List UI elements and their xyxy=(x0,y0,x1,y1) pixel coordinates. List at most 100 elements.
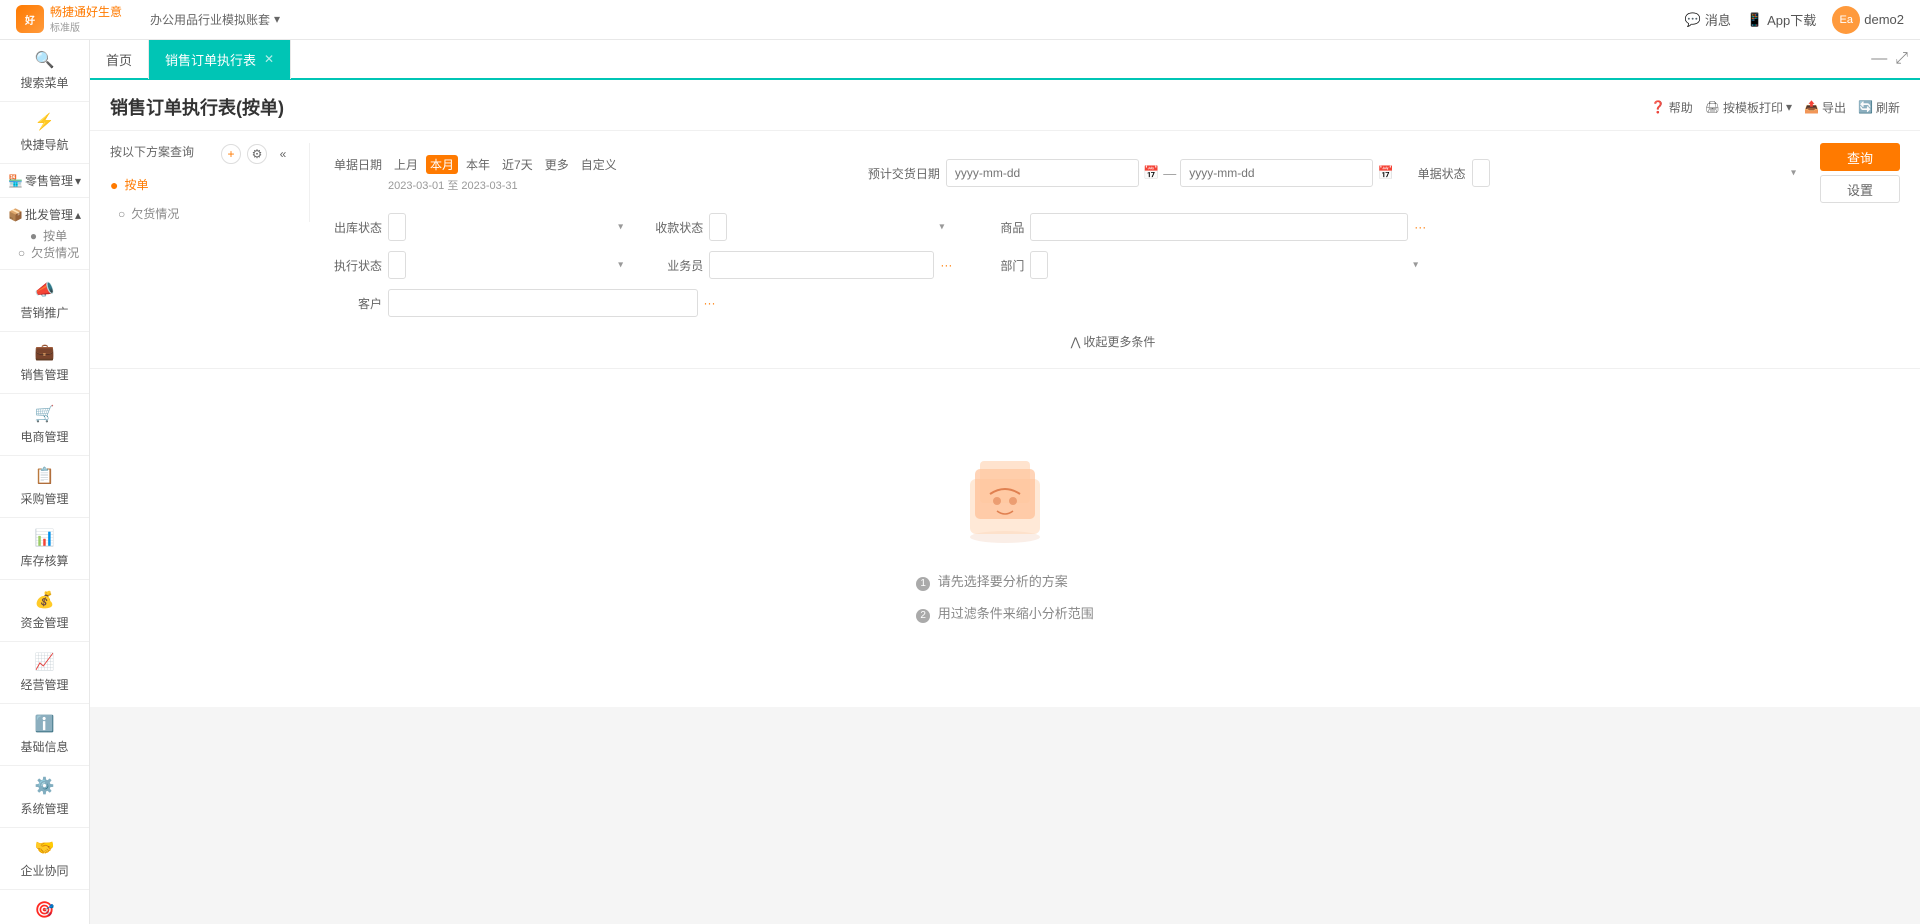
salesperson-more-icon[interactable]: ··· xyxy=(940,258,952,272)
operation-icon: 📈 xyxy=(35,652,55,672)
sidebar-item-search-label: 搜索菜单 xyxy=(20,74,68,91)
collapse-plan-btn[interactable]: « xyxy=(273,144,293,164)
sidebar-item-search[interactable]: 🔍 搜索菜单 xyxy=(0,40,89,102)
sidebar: 🔍 搜索菜单 ⚡ 快捷导航 🏪 零售管理 ▾ 📦 批发管理 ▴ ● 按单 xyxy=(0,40,90,924)
sidebar-item-ecommerce[interactable]: 🛒 电商管理 xyxy=(0,394,89,456)
message-icon: 💬 xyxy=(1685,12,1701,28)
tab-expand-area: — ⤢ xyxy=(1859,50,1920,68)
doc-status-select-wrap: ▾ xyxy=(1472,159,1804,187)
quick-nav-icon: ⚡ xyxy=(35,112,55,132)
collect-status-label: 收款状态 xyxy=(647,219,703,236)
expected-date-end[interactable] xyxy=(1180,159,1373,187)
date-tab-last-month[interactable]: 上月 xyxy=(390,154,422,175)
ecommerce-icon: 🛒 xyxy=(35,404,55,424)
settings-plan-btn[interactable]: ⚙ xyxy=(247,144,267,164)
avatar: Ea xyxy=(1832,6,1860,34)
plan-name: 按单 xyxy=(124,176,148,193)
top-bar-left: 好 畅捷通好生意 标准版 办公用品行业模拟账套 ▾ xyxy=(16,5,280,34)
doc-status-select[interactable] xyxy=(1472,159,1490,187)
help-btn[interactable]: ❓ 帮助 xyxy=(1651,99,1693,116)
customer-label: 客户 xyxy=(326,295,382,312)
doc-status-label: 单据状态 xyxy=(1410,165,1466,182)
date-tab-this-year[interactable]: 本年 xyxy=(462,154,494,175)
newbie-icon: 🎯 xyxy=(35,900,55,920)
customer-input[interactable] xyxy=(388,289,698,317)
refresh-btn[interactable]: 🔄 刷新 xyxy=(1858,99,1900,116)
sidebar-item-inventory[interactable]: 📊 库存核算 xyxy=(0,518,89,580)
sidebar-item-finance[interactable]: 💰 资金管理 xyxy=(0,580,89,642)
sidebar-item-enterprise[interactable]: 🤝 企业协同 xyxy=(0,828,89,890)
salesperson-label: 业务员 xyxy=(647,257,703,274)
salesperson-input[interactable] xyxy=(709,251,934,279)
message-btn[interactable]: 💬 消息 xyxy=(1685,10,1731,29)
add-plan-btn[interactable]: + xyxy=(221,144,241,164)
filter-row-1: 单据日期 上月 本月 本年 近7天 更多 自定义 xyxy=(326,143,1900,203)
sidebar-item-wholesale[interactable]: 📦 批发管理 ▴ ● 按单 ○ 欠货情况 xyxy=(0,198,89,270)
collapse-up-icon: ⋀ xyxy=(1071,335,1081,349)
collect-status-arrow-icon: ▾ xyxy=(939,222,944,233)
plan-item-by-order[interactable]: ● 按单 xyxy=(110,176,293,193)
sub-item-shortage[interactable]: ○ 欠货情况 xyxy=(10,244,79,261)
filter-collect-status-field: 收款状态 ▾ xyxy=(647,213,952,241)
date-tab-more[interactable]: 更多 xyxy=(541,154,573,175)
template-print-btn[interactable]: 🖨 按模板打印 ▾ xyxy=(1705,99,1792,116)
settings-btn[interactable]: 设置 xyxy=(1820,175,1900,203)
sidebar-item-purchase[interactable]: 📋 采购管理 xyxy=(0,456,89,518)
filter-customer-field: 客户 ··· xyxy=(326,289,716,317)
tab-bar: 首页 销售订单执行表 ✕ — ⤢ xyxy=(90,40,1920,80)
cal-icon-end[interactable]: 📅 xyxy=(1377,165,1393,181)
export-btn[interactable]: 📤 导出 xyxy=(1804,99,1846,116)
tab-close-icon[interactable]: ✕ xyxy=(264,52,274,66)
date-label: 单据日期 xyxy=(326,156,382,173)
sub-item-by-order[interactable]: ● 按单 xyxy=(22,227,67,244)
department-arrow-icon: ▾ xyxy=(1413,260,1418,271)
collect-status-select[interactable] xyxy=(709,213,727,241)
expected-date-start[interactable] xyxy=(946,159,1139,187)
sidebar-item-newbie[interactable]: 🎯 新手引导 xyxy=(0,890,89,924)
industry-dropdown[interactable]: 办公用品行业模拟账套 ▾ xyxy=(150,11,280,28)
filter-section: 按以下方案查询 + ⚙ « ● 按单 xyxy=(90,131,1920,369)
filter-left-actions: + ⚙ « xyxy=(221,144,293,164)
collapse-more-btn[interactable]: ⋀ 收起更多条件 xyxy=(1071,333,1156,350)
inventory-icon: 📊 xyxy=(35,528,55,548)
goods-more-icon[interactable]: ··· xyxy=(1414,220,1426,234)
sidebar-item-sales[interactable]: 💼 销售管理 xyxy=(0,332,89,394)
tab-maximize-icon[interactable]: ⤢ xyxy=(1895,50,1908,68)
tab-minimize-icon[interactable]: — xyxy=(1871,50,1887,68)
filter-row-3: 执行状态 ▾ 业务员 xyxy=(326,251,1900,279)
out-status-arrow-icon: ▾ xyxy=(618,222,623,233)
customer-more-icon[interactable]: ··· xyxy=(704,296,716,310)
sidebar-item-quick[interactable]: ⚡ 快捷导航 xyxy=(0,102,89,164)
date-tab-7days[interactable]: 近7天 xyxy=(498,154,537,175)
dropdown-arrow-icon: ▾ xyxy=(274,12,280,26)
cal-icon-start[interactable]: 📅 xyxy=(1143,165,1159,181)
user-avatar-btn[interactable]: Ea demo2 xyxy=(1832,6,1904,34)
search-btn[interactable]: 查询 xyxy=(1820,143,1900,171)
goods-input[interactable] xyxy=(1030,213,1408,241)
department-select[interactable] xyxy=(1030,251,1048,279)
exec-status-select[interactable] xyxy=(388,251,406,279)
exec-status-arrow-icon: ▾ xyxy=(618,260,623,271)
sidebar-item-basic[interactable]: ℹ️ 基础信息 xyxy=(0,704,89,766)
retail-icon: 🏪 xyxy=(8,174,23,188)
app-download-btn[interactable]: 📱 App下载 xyxy=(1747,10,1816,29)
sidebar-item-operation[interactable]: 📈 经营管理 xyxy=(0,642,89,704)
date-tab-custom[interactable]: 自定义 xyxy=(577,154,621,175)
filter-row-2: 出库状态 ▾ 收款状态 xyxy=(326,213,1900,241)
date-tab-this-month[interactable]: 本月 xyxy=(426,155,458,174)
sidebar-item-retail[interactable]: 🏪 零售管理 ▾ xyxy=(0,164,89,198)
tab-sales-order[interactable]: 销售订单执行表 ✕ xyxy=(149,40,291,79)
tab-home[interactable]: 首页 xyxy=(90,40,149,79)
sidebar-item-quick-label: 快捷导航 xyxy=(20,136,68,153)
content-area: 首页 销售订单执行表 ✕ — ⤢ 销售订单执行表(按单) ❓ xyxy=(90,40,1920,924)
filter-left: 按以下方案查询 + ⚙ « ● 按单 xyxy=(110,143,310,222)
out-status-select[interactable] xyxy=(388,213,406,241)
logo-icon: 好 xyxy=(16,5,44,33)
sidebar-item-marketing[interactable]: 📣 营销推广 xyxy=(0,270,89,332)
main-layout: 🔍 搜索菜单 ⚡ 快捷导航 🏪 零售管理 ▾ 📦 批发管理 ▴ ● 按单 xyxy=(0,40,1920,924)
empty-line2: 2 用过滤条件来缩小分析范围 xyxy=(916,601,1094,627)
purchase-icon: 📋 xyxy=(35,466,55,486)
sidebar-item-system[interactable]: ⚙️ 系统管理 xyxy=(0,766,89,828)
goods-label: 商品 xyxy=(968,219,1024,236)
sub-plan-shortage[interactable]: ○ 欠货情况 xyxy=(110,205,293,222)
